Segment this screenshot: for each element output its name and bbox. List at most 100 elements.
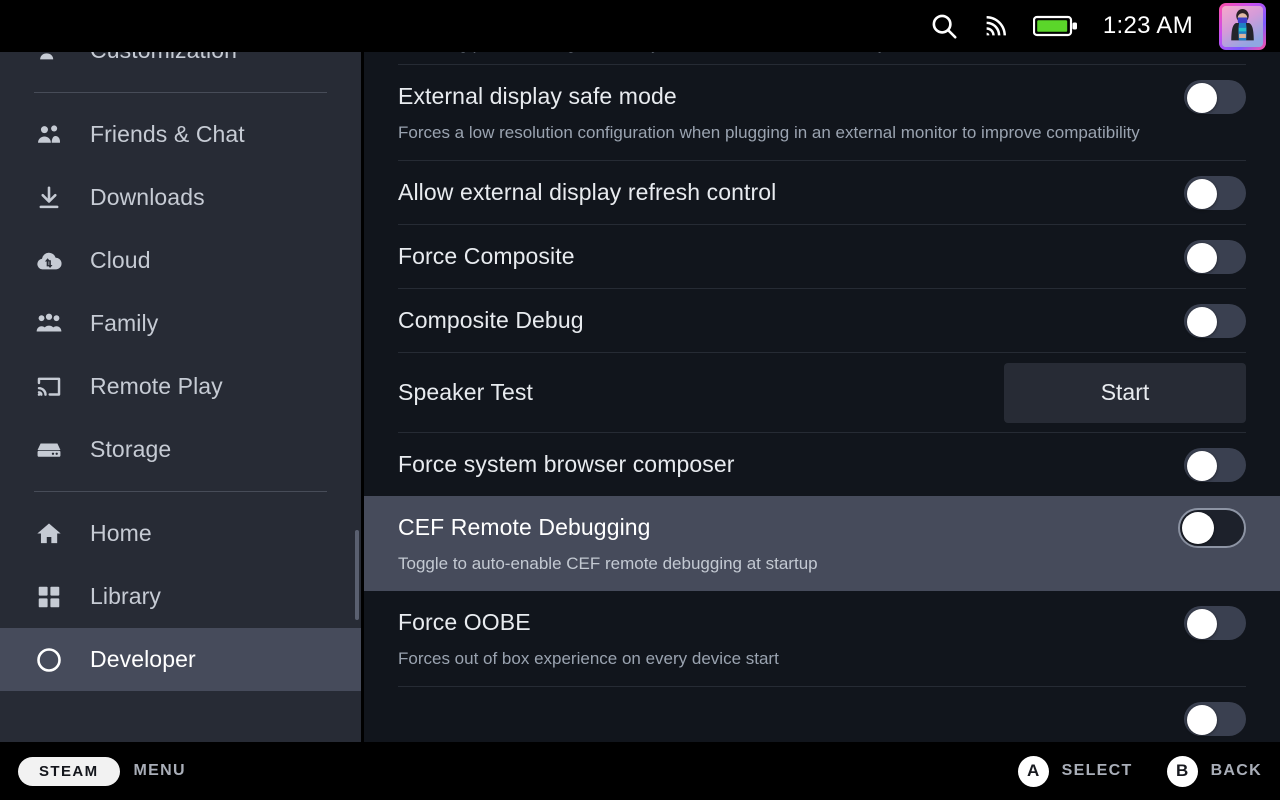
sidebar-item-label: Cloud — [90, 247, 151, 273]
sidebar-item-remote-play[interactable]: Remote Play — [0, 355, 361, 418]
sidebar-item-label: Storage — [90, 436, 172, 462]
setting-title: CEF Remote Debugging — [398, 514, 651, 540]
sidebar-item-label: Library — [90, 583, 162, 609]
download-arrow-icon — [34, 183, 64, 213]
sidebar-item-label: Downloads — [90, 184, 205, 210]
sidebar-item-friends-and-chat[interactable]: Friends & Chat — [0, 103, 361, 166]
sidebar-list: Customization Friends & Chat — [0, 52, 361, 691]
a-button-icon: A — [1017, 755, 1049, 787]
b-button-icon: B — [1166, 755, 1198, 787]
toggle-knob — [1187, 178, 1217, 209]
cloud-sync-icon — [34, 246, 64, 276]
setting-title: Force OOBE — [398, 609, 531, 635]
storage-drive-icon — [34, 435, 64, 465]
footer-bar: STEAM MENU A SELECT B BACK — [0, 742, 1280, 800]
setting-description: Forces a low resolution configuration wh… — [398, 123, 1140, 142]
toggle-switch-focused[interactable] — [1178, 507, 1246, 548]
setting-row-partial[interactable] — [364, 687, 1280, 742]
toggle-knob — [1187, 608, 1217, 639]
clock-time: 1:23 AM — [1102, 12, 1193, 39]
setting-row[interactable]: Allow external display refresh control — [364, 161, 1280, 224]
search-icon[interactable] — [929, 11, 959, 41]
toggle-switch[interactable] — [1184, 605, 1246, 640]
setting-title: Speaker Test — [398, 379, 534, 405]
menu-label: MENU — [133, 762, 186, 779]
setting-row-main: CEF Remote Debugging — [398, 496, 1246, 559]
home-icon — [34, 519, 64, 549]
sidebar-item-label: Family — [90, 310, 159, 336]
setting-row-main: External display safe mode — [398, 65, 1246, 128]
setting-title: Force Composite — [398, 243, 575, 269]
footer-right-group: A SELECT B BACK — [1017, 755, 1262, 787]
settings-list: Disabling power management may increase … — [364, 52, 1280, 742]
setting-description: Toggle to auto-enable CEF remote debuggi… — [398, 554, 818, 573]
setting-row-cef-remote-debugging[interactable]: CEF Remote Debugging Toggle to auto-enab… — [364, 496, 1280, 591]
sidebar: Customization Friends & Chat — [0, 52, 361, 742]
sidebar-item-customization[interactable]: Customization — [0, 52, 361, 82]
setting-title: Force system browser composer — [398, 451, 735, 477]
toggle-knob — [1187, 704, 1217, 735]
wifi-signal-icon[interactable] — [981, 11, 1011, 41]
sidebar-item-label: Home — [90, 520, 152, 546]
setting-row-main: Speaker Test Start — [398, 361, 1246, 424]
setting-description: Forces out of box experience on every de… — [398, 649, 779, 668]
toggle-switch[interactable] — [1184, 303, 1246, 338]
setting-title: External display safe mode — [398, 83, 677, 109]
toggle-switch[interactable] — [1184, 701, 1246, 736]
body-area: Customization Friends & Chat — [0, 52, 1280, 742]
developer-circle-icon — [34, 645, 64, 675]
toggle-knob — [1187, 82, 1217, 113]
sidebar-item-family[interactable]: Family — [0, 292, 361, 355]
toggle-knob — [1187, 450, 1217, 481]
sidebar-item-library[interactable]: Library — [0, 565, 361, 628]
select-hint[interactable]: A SELECT — [1017, 755, 1133, 787]
setting-row[interactable]: External display safe mode Forces a low … — [364, 65, 1280, 160]
setting-row[interactable]: Speaker Test Start — [364, 353, 1280, 432]
setting-row[interactable]: Force OOBE Forces out of box experience … — [364, 591, 1280, 686]
sidebar-item-label: Remote Play — [90, 373, 223, 399]
steam-deck-settings-screen: 1:23 AM Friends & Chat Downloads Cloud F… — [0, 0, 1280, 800]
back-hint[interactable]: B BACK — [1166, 755, 1262, 787]
toggle-switch[interactable] — [1184, 79, 1246, 114]
sidebar-scrollbar-thumb[interactable] — [355, 530, 359, 620]
footer-left-group: STEAM MENU — [18, 756, 186, 786]
clipped-description: Disabling power management may increase … — [364, 52, 1280, 64]
steam-button-pill[interactable]: STEAM — [18, 756, 120, 786]
sidebar-item-cloud[interactable]: Cloud — [0, 229, 361, 292]
setting-row[interactable]: Force Composite — [364, 225, 1280, 288]
setting-row[interactable]: Force system browser composer — [364, 433, 1280, 496]
sidebar-item-developer[interactable]: Developer — [0, 628, 361, 691]
family-group-icon — [34, 309, 64, 339]
setting-row[interactable]: Composite Debug — [364, 289, 1280, 352]
sidebar-item-label: Friends & Chat — [90, 121, 245, 147]
toggle-switch[interactable] — [1184, 239, 1246, 274]
setting-row-main: Force OOBE — [398, 591, 1246, 654]
setting-row-main: Composite Debug — [398, 289, 1246, 352]
sidebar-item-label: Customization — [90, 52, 237, 64]
remote-play-cast-icon — [34, 372, 64, 402]
sidebar-item-home[interactable]: Home — [0, 502, 361, 565]
sidebar-divider-2 — [34, 491, 327, 492]
avatar-image — [1222, 5, 1263, 47]
setting-row-main: Allow external display refresh control — [398, 161, 1246, 224]
friends-people-icon — [34, 120, 64, 150]
toggle-switch[interactable] — [1184, 447, 1246, 482]
avatar[interactable] — [1219, 2, 1266, 50]
back-label: BACK — [1210, 762, 1262, 779]
sidebar-divider-1 — [34, 92, 327, 93]
battery-icon — [1032, 13, 1079, 39]
setting-title: Allow external display refresh control — [398, 179, 777, 205]
toggle-knob — [1187, 242, 1217, 273]
toggle-switch[interactable] — [1184, 175, 1246, 210]
toggle-knob — [1182, 511, 1214, 544]
speaker-test-start-button-label: Start — [1100, 379, 1150, 405]
customization-sparkle-person-icon — [34, 52, 64, 66]
toggle-knob — [1187, 306, 1217, 337]
sidebar-item-label: Developer — [90, 646, 196, 672]
select-label: SELECT — [1061, 762, 1133, 779]
library-grid-icon — [34, 582, 64, 612]
sidebar-item-downloads[interactable]: Downloads — [0, 166, 361, 229]
setting-row-main: Force Composite — [398, 225, 1246, 288]
speaker-test-start-button[interactable]: Start — [1004, 362, 1246, 423]
sidebar-item-storage[interactable]: Storage — [0, 418, 361, 481]
